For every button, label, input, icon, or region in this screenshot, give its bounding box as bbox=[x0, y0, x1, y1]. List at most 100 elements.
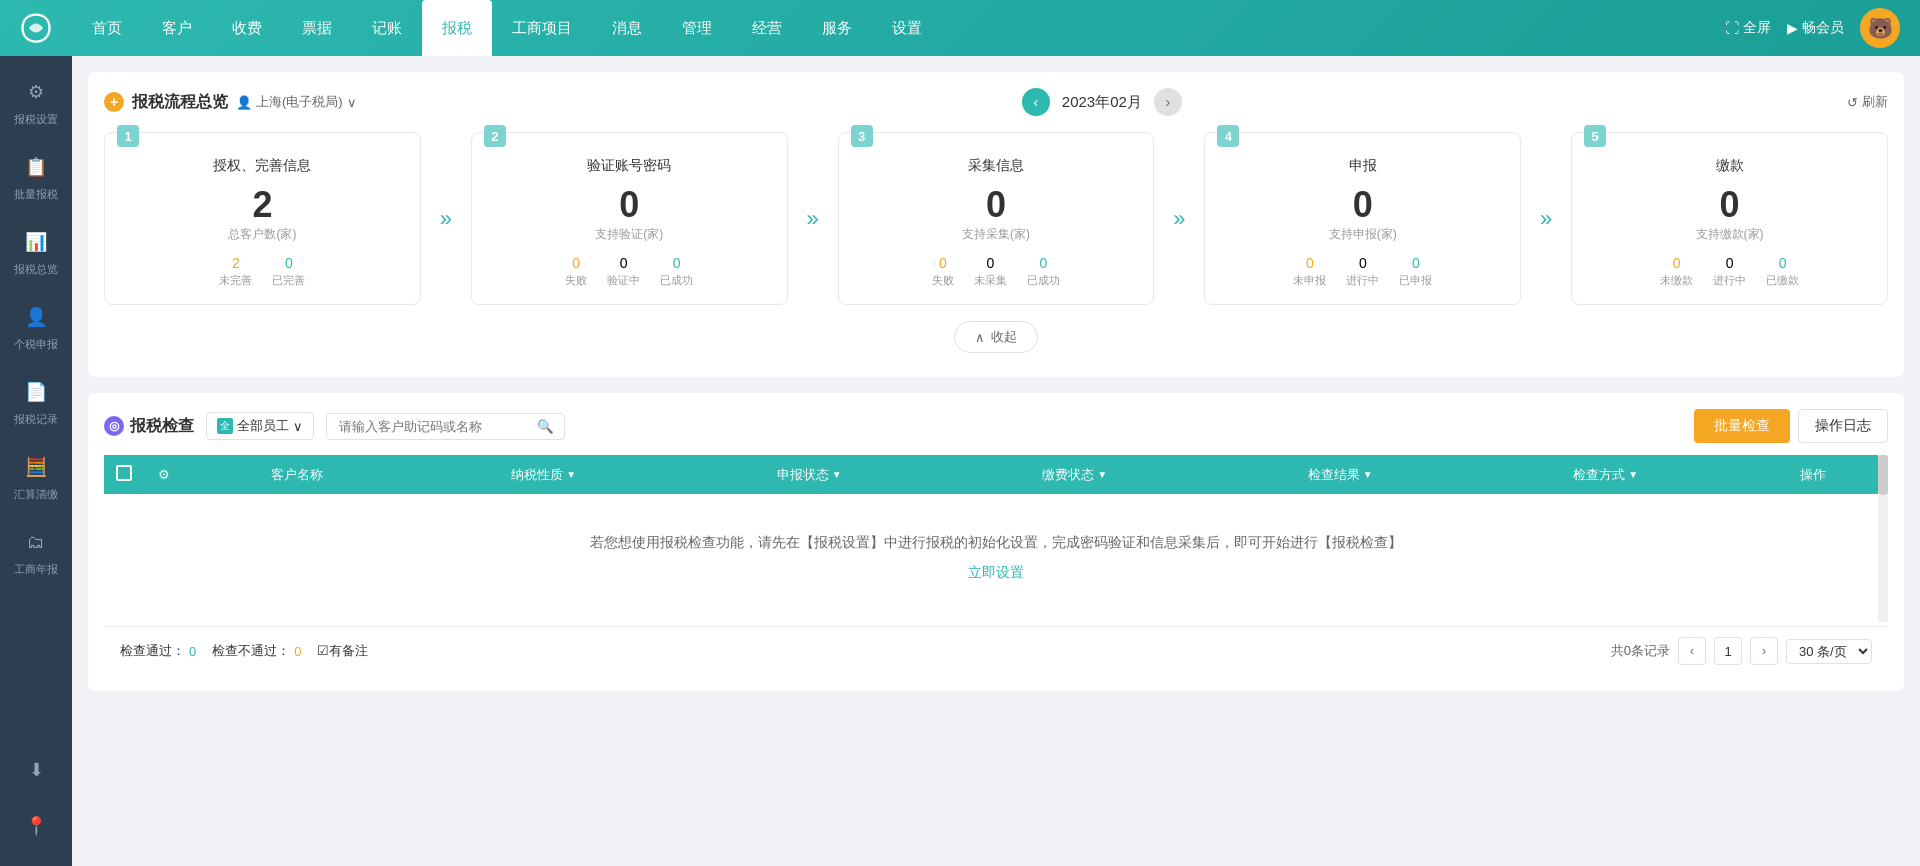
nav-service[interactable]: 服务 bbox=[802, 0, 872, 56]
stat-2-2-value: 0 bbox=[673, 255, 681, 271]
select-all-checkbox[interactable] bbox=[116, 465, 132, 481]
sidebar-label-tax-record: 报税记录 bbox=[14, 412, 58, 427]
location-tag[interactable]: 👤 上海(电子税局) ∨ bbox=[236, 93, 357, 111]
overview-section: + 报税流程总览 👤 上海(电子税局) ∨ ‹ 2023年02月 › ↺ 刷新 bbox=[88, 72, 1904, 377]
fail-label: 检查不通过： bbox=[212, 642, 290, 660]
stat-3-0-label: 失败 bbox=[932, 273, 954, 288]
stat-4-0[interactable]: 0 未申报 bbox=[1293, 255, 1326, 288]
table-checkbox-header[interactable] bbox=[104, 455, 144, 494]
stat-3-2[interactable]: 0 已成功 bbox=[1027, 255, 1060, 288]
table-scroll-area: ⚙ 客户名称 纳税性质 ▼ bbox=[104, 455, 1888, 622]
nav-fee[interactable]: 收费 bbox=[212, 0, 282, 56]
tax-overview-icon: 📊 bbox=[20, 226, 52, 258]
table-settings-header[interactable]: ⚙ bbox=[144, 455, 184, 494]
nav-message[interactable]: 消息 bbox=[592, 0, 662, 56]
date-nav: ‹ 2023年02月 › bbox=[1022, 88, 1182, 116]
arrow-1: » bbox=[421, 206, 471, 232]
fail-stat: 检查不通过： 0 bbox=[212, 642, 301, 660]
check-table: ⚙ 客户名称 纳税性质 ▼ bbox=[104, 455, 1888, 622]
step-5: 5 bbox=[1584, 125, 1606, 147]
table-header-tax-nature: 纳税性质 ▼ bbox=[411, 455, 677, 494]
per-page-select[interactable]: 30 条/页 bbox=[1786, 639, 1872, 664]
main-layout: ⚙ 报税设置 📋 批量报税 📊 报税总览 👤 个税申报 📄 报税记录 🧮 汇算清… bbox=[0, 56, 1920, 866]
staff-filter[interactable]: 全 全部员工 ∨ bbox=[206, 412, 314, 440]
stat-1-0[interactable]: 2 未完善 bbox=[219, 255, 252, 288]
sidebar-item-tax-record[interactable]: 📄 报税记录 bbox=[0, 364, 72, 439]
sidebar-item-personal-tax[interactable]: 👤 个税申报 bbox=[0, 289, 72, 364]
nav-customer[interactable]: 客户 bbox=[142, 0, 212, 56]
nav-tax[interactable]: 报税 bbox=[422, 0, 492, 56]
card-5-title: 缴款 bbox=[1588, 157, 1871, 175]
sidebar-item-settlement[interactable]: 🧮 汇算清缴 bbox=[0, 439, 72, 514]
next-month-btn[interactable]: › bbox=[1154, 88, 1182, 116]
tax-nature-filter-icon: ▼ bbox=[566, 469, 576, 480]
nav-settings[interactable]: 设置 bbox=[872, 0, 942, 56]
member-btn[interactable]: ▶ 畅会员 bbox=[1787, 19, 1844, 37]
stat-4-1[interactable]: 0 进行中 bbox=[1346, 255, 1379, 288]
sidebar-item-download[interactable]: ⬇ bbox=[0, 742, 72, 798]
next-page-btn[interactable]: › bbox=[1750, 637, 1778, 665]
stat-5-0[interactable]: 0 未缴款 bbox=[1660, 255, 1693, 288]
check-title-text: 报税检查 bbox=[130, 416, 194, 437]
nav-accounting[interactable]: 记账 bbox=[352, 0, 422, 56]
card-1-subtitle: 总客户数(家) bbox=[121, 226, 404, 243]
stat-5-0-label: 未缴款 bbox=[1660, 273, 1693, 288]
pay-status-filter[interactable]: 缴费状态 ▼ bbox=[1042, 466, 1107, 484]
step-1: 1 bbox=[117, 125, 139, 147]
nav-items: 首页 客户 收费 票据 记账 报税 工商项目 消息 管理 经营 服务 设置 bbox=[72, 0, 1725, 56]
sidebar-item-location[interactable]: 📍 bbox=[0, 798, 72, 854]
card-4-stats: 0 未申报 0 进行中 0 已申报 bbox=[1221, 255, 1504, 288]
search-input[interactable] bbox=[327, 414, 527, 439]
stat-4-2[interactable]: 0 已申报 bbox=[1399, 255, 1432, 288]
nav-home[interactable]: 首页 bbox=[72, 0, 142, 56]
card-5-count: 0 bbox=[1588, 183, 1871, 226]
scroll-thumb[interactable] bbox=[1878, 455, 1888, 495]
nav-business[interactable]: 工商项目 bbox=[492, 0, 592, 56]
col-declare-status-label: 申报状态 bbox=[777, 466, 829, 484]
check-method-filter[interactable]: 检查方式 ▼ bbox=[1573, 466, 1638, 484]
sidebar-item-tax-overview[interactable]: 📊 报税总览 bbox=[0, 214, 72, 289]
refresh-btn[interactable]: ↺ 刷新 bbox=[1847, 93, 1888, 111]
chevron-down-icon: ∨ bbox=[347, 95, 357, 110]
setup-link[interactable]: 立即设置 bbox=[968, 564, 1024, 580]
nav-invoice[interactable]: 票据 bbox=[282, 0, 352, 56]
collapse-btn[interactable]: ∧ 收起 bbox=[954, 321, 1038, 353]
stat-2-0[interactable]: 0 失败 bbox=[565, 255, 587, 288]
check-result-filter[interactable]: 检查结果 ▼ bbox=[1308, 466, 1373, 484]
sidebar: ⚙ 报税设置 📋 批量报税 📊 报税总览 👤 个税申报 📄 报税记录 🧮 汇算清… bbox=[0, 56, 72, 866]
sidebar-item-annual-report[interactable]: 🗂 工商年报 bbox=[0, 514, 72, 589]
member-label: 畅会员 bbox=[1802, 19, 1844, 37]
prev-page-btn[interactable]: ‹ bbox=[1678, 637, 1706, 665]
search-button[interactable]: 🔍 bbox=[527, 414, 564, 439]
empty-message-text: 若您想使用报税检查功能，请先在【报税设置】中进行报税的初始化设置，完成密码验证和… bbox=[144, 534, 1848, 552]
sidebar-item-tax-settings[interactable]: ⚙ 报税设置 bbox=[0, 64, 72, 139]
stat-5-2[interactable]: 0 已缴款 bbox=[1766, 255, 1799, 288]
download-icon: ⬇ bbox=[20, 754, 52, 786]
name-filter[interactable]: 客户名称 bbox=[271, 466, 323, 484]
stat-2-1[interactable]: 0 验证中 bbox=[607, 255, 640, 288]
stat-5-1-label: 进行中 bbox=[1713, 273, 1746, 288]
sidebar-item-batch-tax[interactable]: 📋 批量报税 bbox=[0, 139, 72, 214]
nav-operation[interactable]: 经营 bbox=[732, 0, 802, 56]
scroll-track[interactable] bbox=[1878, 455, 1888, 622]
card-3-count: 0 bbox=[855, 183, 1138, 226]
pass-count[interactable]: 0 bbox=[189, 644, 196, 659]
stat-3-0[interactable]: 0 失败 bbox=[932, 255, 954, 288]
declare-status-filter[interactable]: 申报状态 ▼ bbox=[777, 466, 842, 484]
stat-5-1[interactable]: 0 进行中 bbox=[1713, 255, 1746, 288]
location-person-icon: 👤 bbox=[236, 95, 252, 110]
user-avatar[interactable]: 🐻 bbox=[1860, 8, 1900, 48]
settings-icon: ⚙ bbox=[158, 467, 170, 482]
stat-3-1[interactable]: 0 未采集 bbox=[974, 255, 1007, 288]
prev-month-btn[interactable]: ‹ bbox=[1022, 88, 1050, 116]
stat-1-1[interactable]: 0 已完善 bbox=[272, 255, 305, 288]
tax-nature-filter[interactable]: 纳税性质 ▼ bbox=[511, 466, 576, 484]
stat-2-2[interactable]: 0 已成功 bbox=[660, 255, 693, 288]
fail-count[interactable]: 0 bbox=[294, 644, 301, 659]
nav-manage[interactable]: 管理 bbox=[662, 0, 732, 56]
batch-check-button[interactable]: 批量检查 bbox=[1694, 409, 1790, 443]
operation-log-button[interactable]: 操作日志 bbox=[1798, 409, 1888, 443]
fullscreen-btn[interactable]: ⛶ 全屏 bbox=[1725, 19, 1771, 37]
stat-3-0-value: 0 bbox=[939, 255, 947, 271]
flow-card-2: 2 验证账号密码 0 支持验证(家) 0 失败 0 验证中 bbox=[471, 132, 788, 305]
